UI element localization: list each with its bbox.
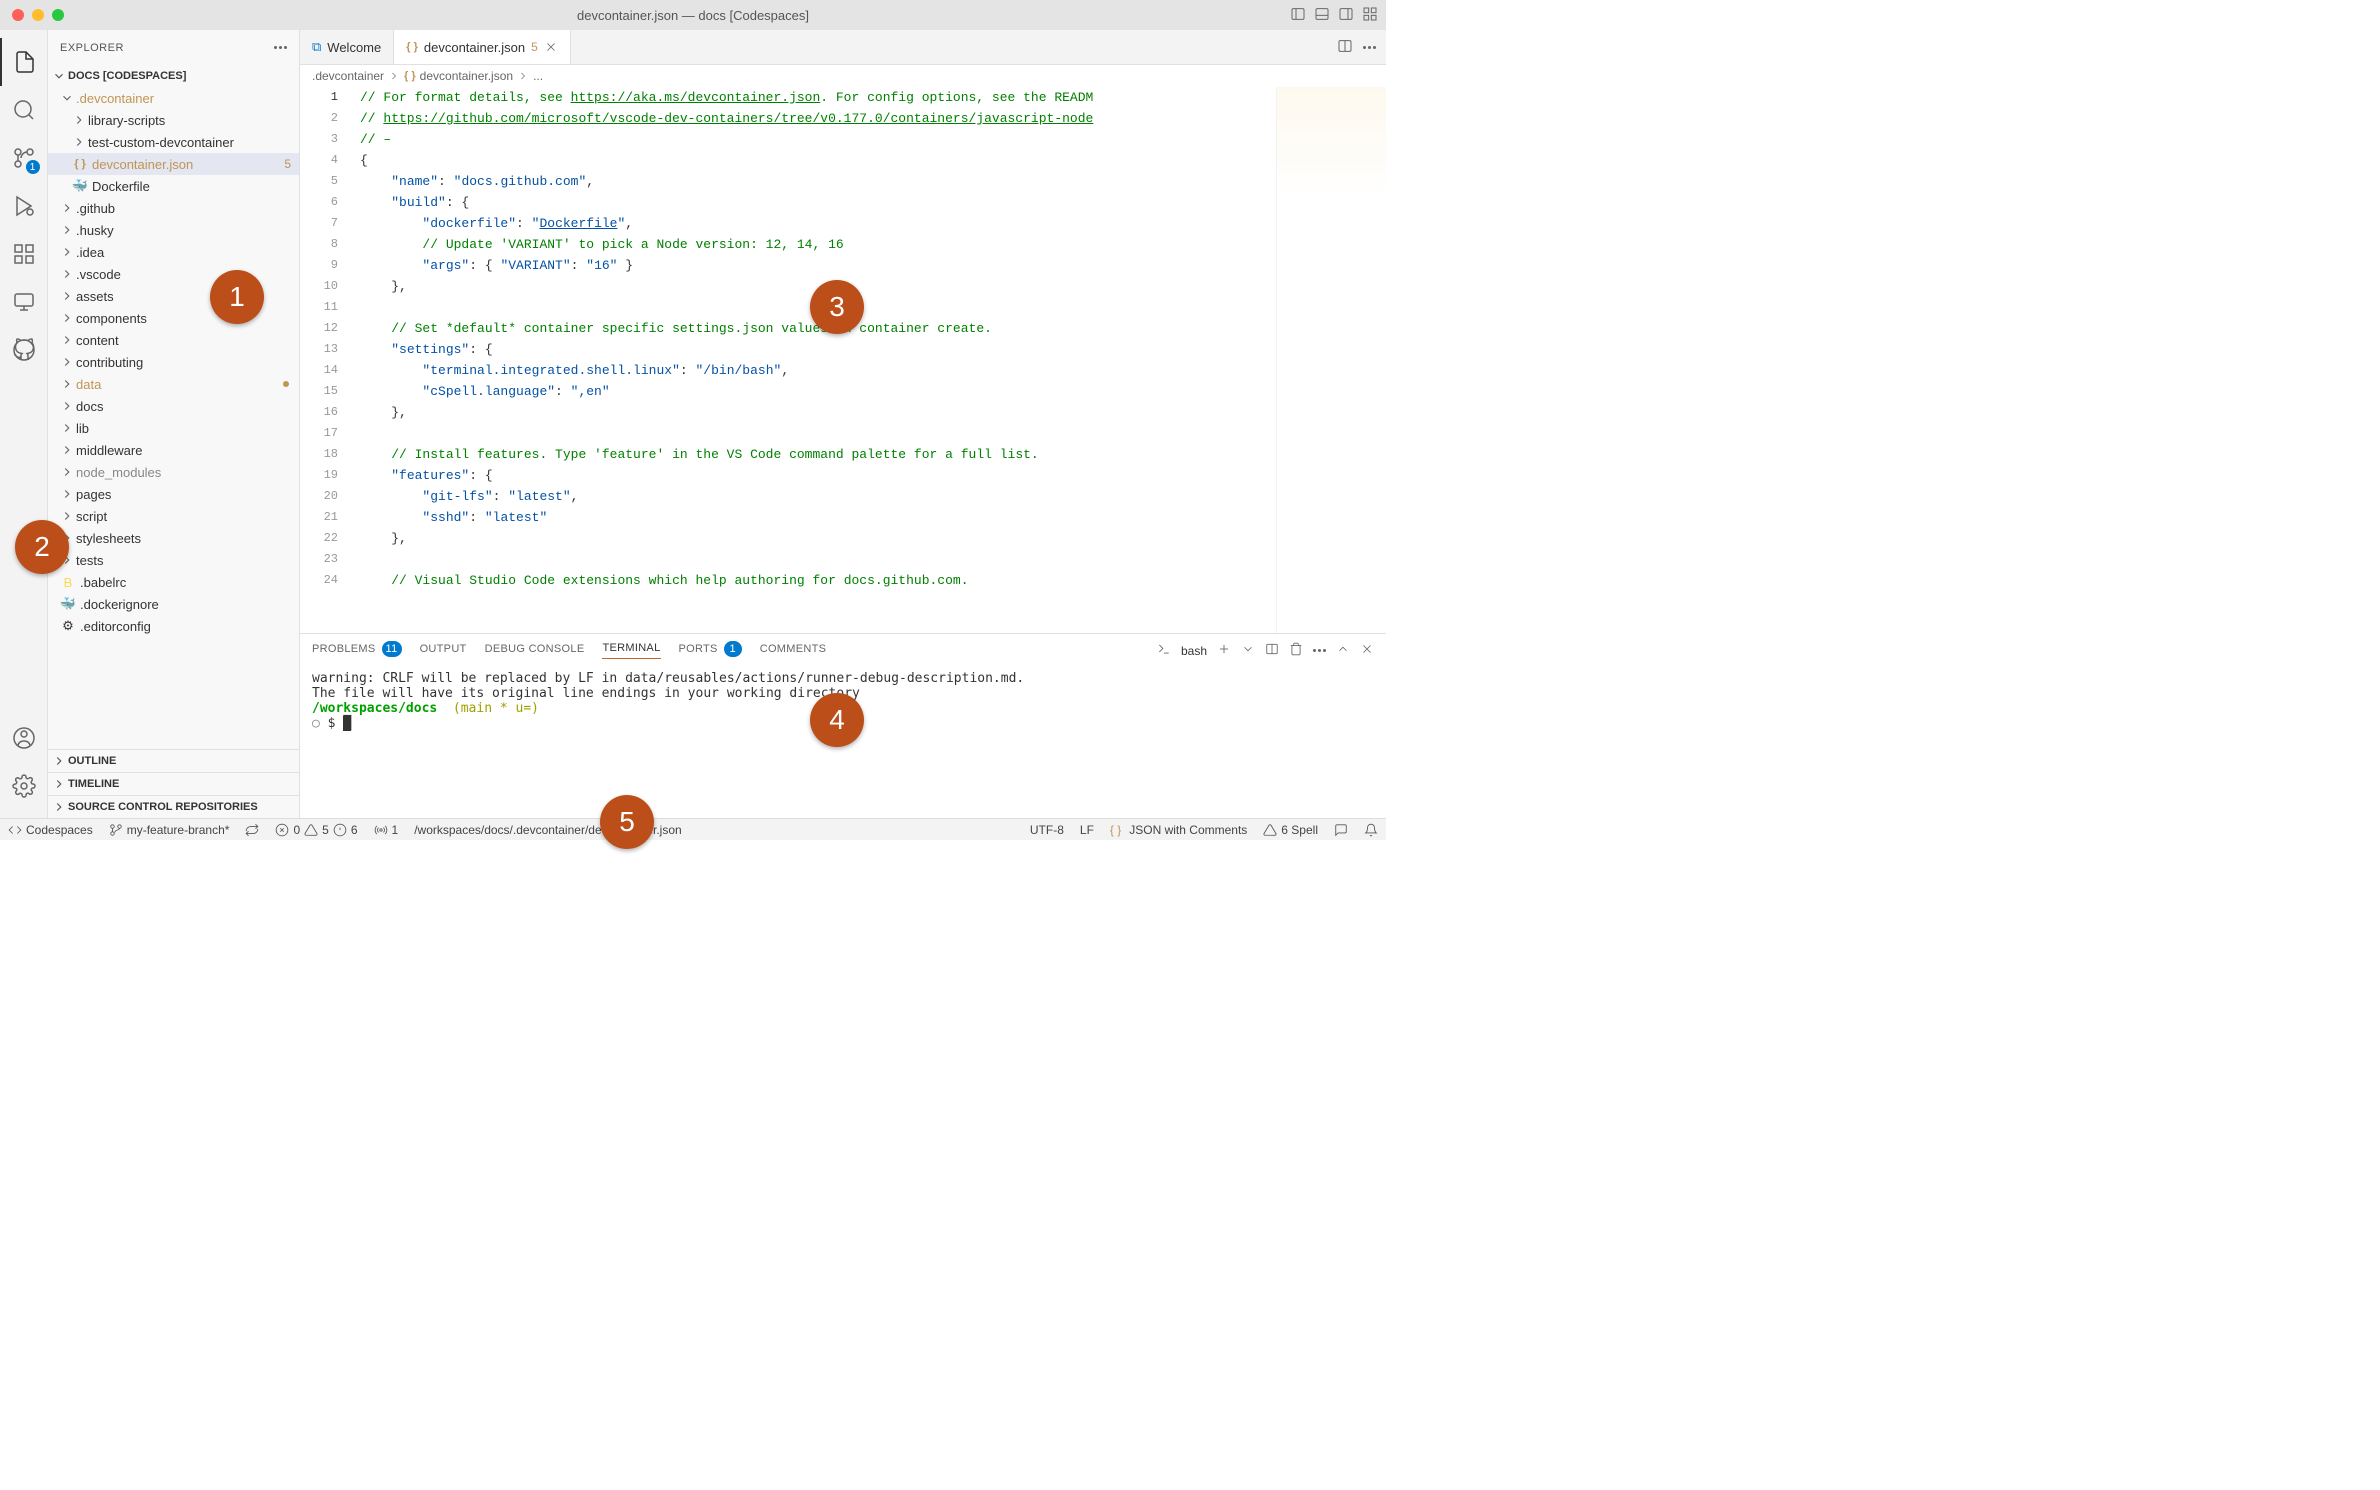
panel-tab-problems[interactable]: PROBLEMS11 [312,641,402,661]
tab-welcome[interactable]: ⧉Welcome [300,30,394,64]
tree-item-docs[interactable]: docs [48,395,299,417]
panel-tab-ports[interactable]: PORTS1 [679,641,742,661]
annotation-2: 2 [15,520,69,574]
tree-item-contributing[interactable]: contributing [48,351,299,373]
window-maximize[interactable] [52,9,64,21]
activity-github[interactable] [0,326,48,374]
layout-sidebar-left-icon[interactable] [1290,6,1306,25]
sidebar: EXPLORER DOCS [CODESPACES] .devcontainer… [48,30,300,818]
tree-item-devcontainer-json[interactable]: { }devcontainer.json5 [48,153,299,175]
window-minimize[interactable] [32,9,44,21]
status-encoding[interactable]: UTF-8 [1022,823,1072,837]
tree-item-stylesheets[interactable]: stylesheets [48,527,299,549]
terminal-dropdown-icon[interactable] [1241,642,1255,659]
sidebar-section-header[interactable]: DOCS [CODESPACES] [48,65,299,87]
scm-repos-section[interactable]: SOURCE CONTROL REPOSITORIES [48,796,299,818]
annotation-5: 5 [600,795,654,849]
status-branch[interactable]: my-feature-branch* [101,823,238,837]
tree-item-tests[interactable]: tests [48,549,299,571]
tree-item-data[interactable]: data [48,373,299,395]
activity-explorer[interactable] [0,38,48,86]
panel-maximize-icon[interactable] [1336,642,1350,659]
layout-panel-icon[interactable] [1314,6,1330,25]
terminal-shell-label[interactable]: bash [1181,644,1207,658]
window-title: devcontainer.json — docs [Codespaces] [577,8,809,23]
sidebar-title: EXPLORER [60,42,124,54]
status-sync[interactable] [237,823,267,837]
panel-tab-debug-console[interactable]: DEBUG CONSOLE [485,643,585,659]
panel-close-icon[interactable] [1360,642,1374,659]
status-notifications[interactable] [1356,823,1386,837]
tree-item-library-scripts[interactable]: library-scripts [48,109,299,131]
activity-run-debug[interactable] [0,182,48,230]
tree-item--idea[interactable]: .idea [48,241,299,263]
annotation-4: 4 [810,693,864,747]
status-language[interactable]: { }JSON with Comments [1102,823,1255,837]
split-editor-icon[interactable] [1337,38,1353,57]
window-close[interactable] [12,9,24,21]
scm-badge: 1 [26,160,40,174]
terminal-kill-icon[interactable] [1289,642,1303,659]
statusbar: Codespaces my-feature-branch* 0 5 6 1 /w… [0,818,1386,840]
panel-tab-comments[interactable]: COMMENTS [760,643,827,659]
tree-item--devcontainer[interactable]: .devcontainer [48,87,299,109]
sidebar-more-icon[interactable] [274,46,287,49]
json-icon: { } [404,70,416,82]
breadcrumb[interactable]: .devcontainer { } devcontainer.json ... [300,65,1386,87]
editor-more-icon[interactable] [1363,46,1376,49]
tree-item-pages[interactable]: pages [48,483,299,505]
status-ports[interactable]: 1 [366,823,407,837]
minimap[interactable] [1276,87,1386,633]
activity-accounts[interactable] [0,714,48,762]
tree-item--husky[interactable]: .husky [48,219,299,241]
panel-tab-output[interactable]: OUTPUT [420,643,467,659]
tree-item--babelrc[interactable]: B.babelrc [48,571,299,593]
code-editor[interactable]: 123456789101112131415161718192021222324 … [300,87,1386,591]
activity-source-control[interactable]: 1 [0,134,48,182]
tree-item--dockerignore[interactable]: 🐳.dockerignore [48,593,299,615]
tree-item-node-modules[interactable]: node_modules [48,461,299,483]
activity-bar: 1 [0,30,48,818]
tree-item-script[interactable]: script [48,505,299,527]
layout-customize-icon[interactable] [1362,6,1378,25]
sidebar-section-label: DOCS [CODESPACES] [68,70,186,82]
activity-search[interactable] [0,86,48,134]
tree-item--editorconfig[interactable]: ⚙.editorconfig [48,615,299,637]
status-eol[interactable]: LF [1072,823,1102,837]
tab-devcontainer-json[interactable]: { }devcontainer.json5 [394,30,571,64]
tree-item-content[interactable]: content [48,329,299,351]
tree-item--vscode[interactable]: .vscode [48,263,299,285]
panel-more-icon[interactable] [1313,649,1326,652]
status-feedback[interactable] [1326,823,1356,837]
status-spell[interactable]: 6 Spell [1255,823,1326,837]
editor-tabs: ⧉Welcome{ }devcontainer.json5 [300,30,1386,65]
tree-item-dockerfile[interactable]: 🐳Dockerfile [48,175,299,197]
panel-tab-terminal[interactable]: TERMINAL [602,642,660,659]
activity-extensions[interactable] [0,230,48,278]
status-problems[interactable]: 0 5 6 [267,823,365,837]
titlebar: devcontainer.json — docs [Codespaces] [0,0,1386,30]
tree-item-lib[interactable]: lib [48,417,299,439]
outline-section[interactable]: OUTLINE [48,750,299,772]
file-tree: .devcontainerlibrary-scriptstest-custom-… [48,87,299,749]
activity-settings[interactable] [0,762,48,810]
timeline-section[interactable]: TIMELINE [48,773,299,795]
terminal-new-icon[interactable] [1217,642,1231,659]
annotation-1: 1 [210,270,264,324]
status-codespaces[interactable]: Codespaces [0,823,101,837]
tree-item-test-custom-devcontainer[interactable]: test-custom-devcontainer [48,131,299,153]
terminal-launch-icon[interactable] [1157,642,1171,659]
activity-remote[interactable] [0,278,48,326]
tree-item--github[interactable]: .github [48,197,299,219]
annotation-3: 3 [810,280,864,334]
tree-item-components[interactable]: components [48,307,299,329]
layout-sidebar-right-icon[interactable] [1338,6,1354,25]
tree-item-middleware[interactable]: middleware [48,439,299,461]
terminal-split-icon[interactable] [1265,642,1279,659]
